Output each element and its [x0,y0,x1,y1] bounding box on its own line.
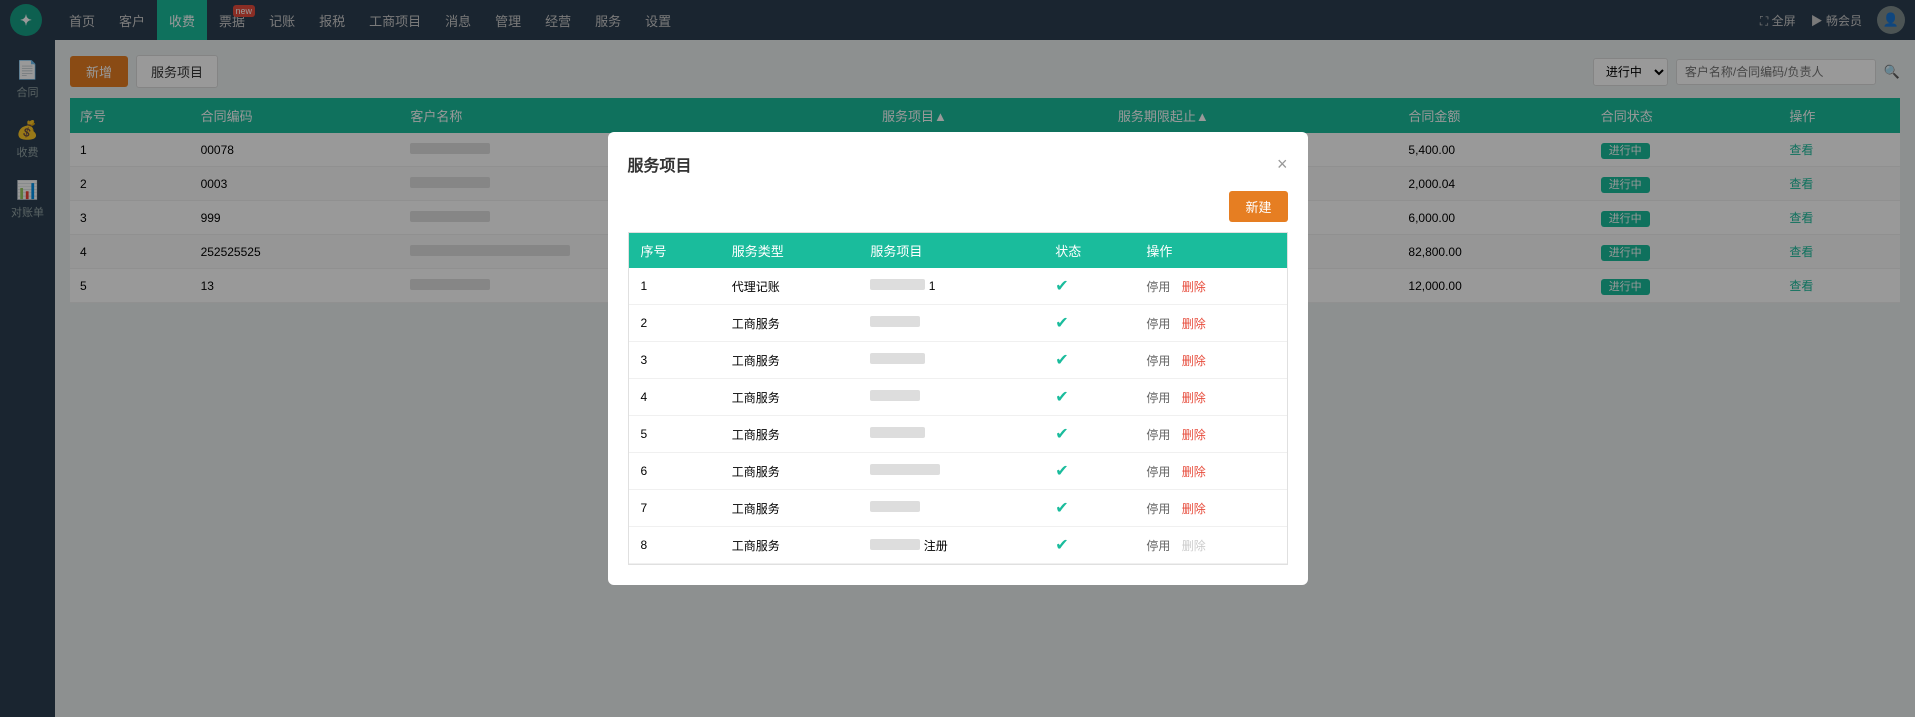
delete-button[interactable]: 删除 [1182,280,1206,294]
modal-col-item: 服务项目 [858,233,1043,268]
modal-title: 服务项目 [628,152,692,176]
modal-cell-item [858,305,1043,342]
modal-cell-type: 工商服务 [720,416,859,453]
modal-cell-ops[interactable]: 停用 删除 [1134,527,1286,564]
modal-cell-status: ✔ [1043,342,1134,379]
service-items-table: 序号 服务类型 服务项目 状态 操作 1 代理记账 1 ✔ 停用 删 [629,233,1287,564]
list-item: 5 工商服务 ✔ 停用 删除 [629,416,1287,453]
stop-button[interactable]: 停用 [1146,354,1170,368]
modal-cell-item [858,453,1043,490]
modal-cell-status: ✔ [1043,527,1134,564]
modal-new-button[interactable]: 新建 [1229,191,1287,222]
modal-cell-item: 注册 [858,527,1043,564]
modal-cell-status: ✔ [1043,453,1134,490]
delete-button[interactable]: 删除 [1182,465,1206,479]
modal-cell-ops[interactable]: 停用 删除 [1134,305,1286,342]
modal-cell-type: 代理记账 [720,268,859,305]
modal-col-ops: 操作 [1134,233,1286,268]
stop-button[interactable]: 停用 [1146,428,1170,442]
modal-cell-item: 1 [858,268,1043,305]
modal-cell-status: ✔ [1043,416,1134,453]
modal-cell-seq: 2 [629,305,720,342]
status-check-icon: ✔ [1055,352,1068,369]
stop-button[interactable]: 停用 [1146,391,1170,405]
main-layout: 📄 合同 💰 收费 📊 对账单 新增 服务项目 进行中 全部 已结束 [0,40,1915,717]
modal-col-status: 状态 [1043,233,1134,268]
stop-button[interactable]: 停用 [1146,539,1170,553]
list-item: 7 工商服务 ✔ 停用 删除 [629,490,1287,527]
delete-button[interactable]: 删除 [1182,502,1206,516]
modal-cell-seq: 1 [629,268,720,305]
list-item: 8 工商服务 注册 ✔ 停用 删除 [629,527,1287,564]
modal-cell-item [858,342,1043,379]
modal-overlay: 服务项目 × 新建 序号 服务类型 服务项目 状态 [55,40,1915,717]
status-check-icon: ✔ [1055,389,1068,406]
modal-cell-status: ✔ [1043,379,1134,416]
list-item: 3 工商服务 ✔ 停用 删除 [629,342,1287,379]
modal-cell-seq: 7 [629,490,720,527]
modal-cell-ops[interactable]: 停用 删除 [1134,342,1286,379]
modal-cell-seq: 6 [629,453,720,490]
status-check-icon: ✔ [1055,426,1068,443]
modal-cell-type: 工商服务 [720,453,859,490]
service-modal: 服务项目 × 新建 序号 服务类型 服务项目 状态 [608,132,1308,585]
modal-cell-item [858,379,1043,416]
stop-button[interactable]: 停用 [1146,465,1170,479]
modal-cell-type: 工商服务 [720,490,859,527]
modal-cell-type: 工商服务 [720,527,859,564]
delete-button[interactable]: 删除 [1182,354,1206,368]
delete-button[interactable]: 删除 [1182,539,1206,553]
modal-cell-seq: 5 [629,416,720,453]
modal-cell-type: 工商服务 [720,379,859,416]
list-item: 6 工商服务 ✔ 停用 删除 [629,453,1287,490]
delete-button[interactable]: 删除 [1182,428,1206,442]
modal-close-button[interactable]: × [1277,154,1288,175]
delete-button[interactable]: 删除 [1182,317,1206,331]
modal-cell-ops[interactable]: 停用 删除 [1134,453,1286,490]
stop-button[interactable]: 停用 [1146,280,1170,294]
status-check-icon: ✔ [1055,500,1068,517]
status-check-icon: ✔ [1055,315,1068,332]
delete-button[interactable]: 删除 [1182,391,1206,405]
modal-cell-seq: 8 [629,527,720,564]
stop-button[interactable]: 停用 [1146,317,1170,331]
modal-cell-status: ✔ [1043,490,1134,527]
modal-cell-item [858,490,1043,527]
status-check-icon: ✔ [1055,463,1068,480]
modal-header: 服务项目 × [628,152,1288,176]
list-item: 4 工商服务 ✔ 停用 删除 [629,379,1287,416]
modal-cell-ops[interactable]: 停用 删除 [1134,416,1286,453]
modal-cell-type: 工商服务 [720,305,859,342]
modal-col-type: 服务类型 [720,233,859,268]
list-item: 2 工商服务 ✔ 停用 删除 [629,305,1287,342]
modal-col-seq: 序号 [629,233,720,268]
status-check-icon: ✔ [1055,537,1068,554]
modal-cell-status: ✔ [1043,268,1134,305]
modal-cell-item [858,416,1043,453]
list-item: 1 代理记账 1 ✔ 停用 删除 [629,268,1287,305]
modal-cell-type: 工商服务 [720,342,859,379]
stop-button[interactable]: 停用 [1146,502,1170,516]
status-check-icon: ✔ [1055,278,1068,295]
content-area: 新增 服务项目 进行中 全部 已结束 🔍 序号 合同编码 [55,40,1915,717]
modal-cell-ops[interactable]: 停用 删除 [1134,268,1286,305]
modal-cell-ops[interactable]: 停用 删除 [1134,490,1286,527]
modal-toolbar: 新建 [628,191,1288,222]
modal-cell-ops[interactable]: 停用 删除 [1134,379,1286,416]
modal-table-wrap: 序号 服务类型 服务项目 状态 操作 1 代理记账 1 ✔ 停用 删 [628,232,1288,565]
modal-cell-seq: 3 [629,342,720,379]
modal-cell-status: ✔ [1043,305,1134,342]
modal-cell-seq: 4 [629,379,720,416]
